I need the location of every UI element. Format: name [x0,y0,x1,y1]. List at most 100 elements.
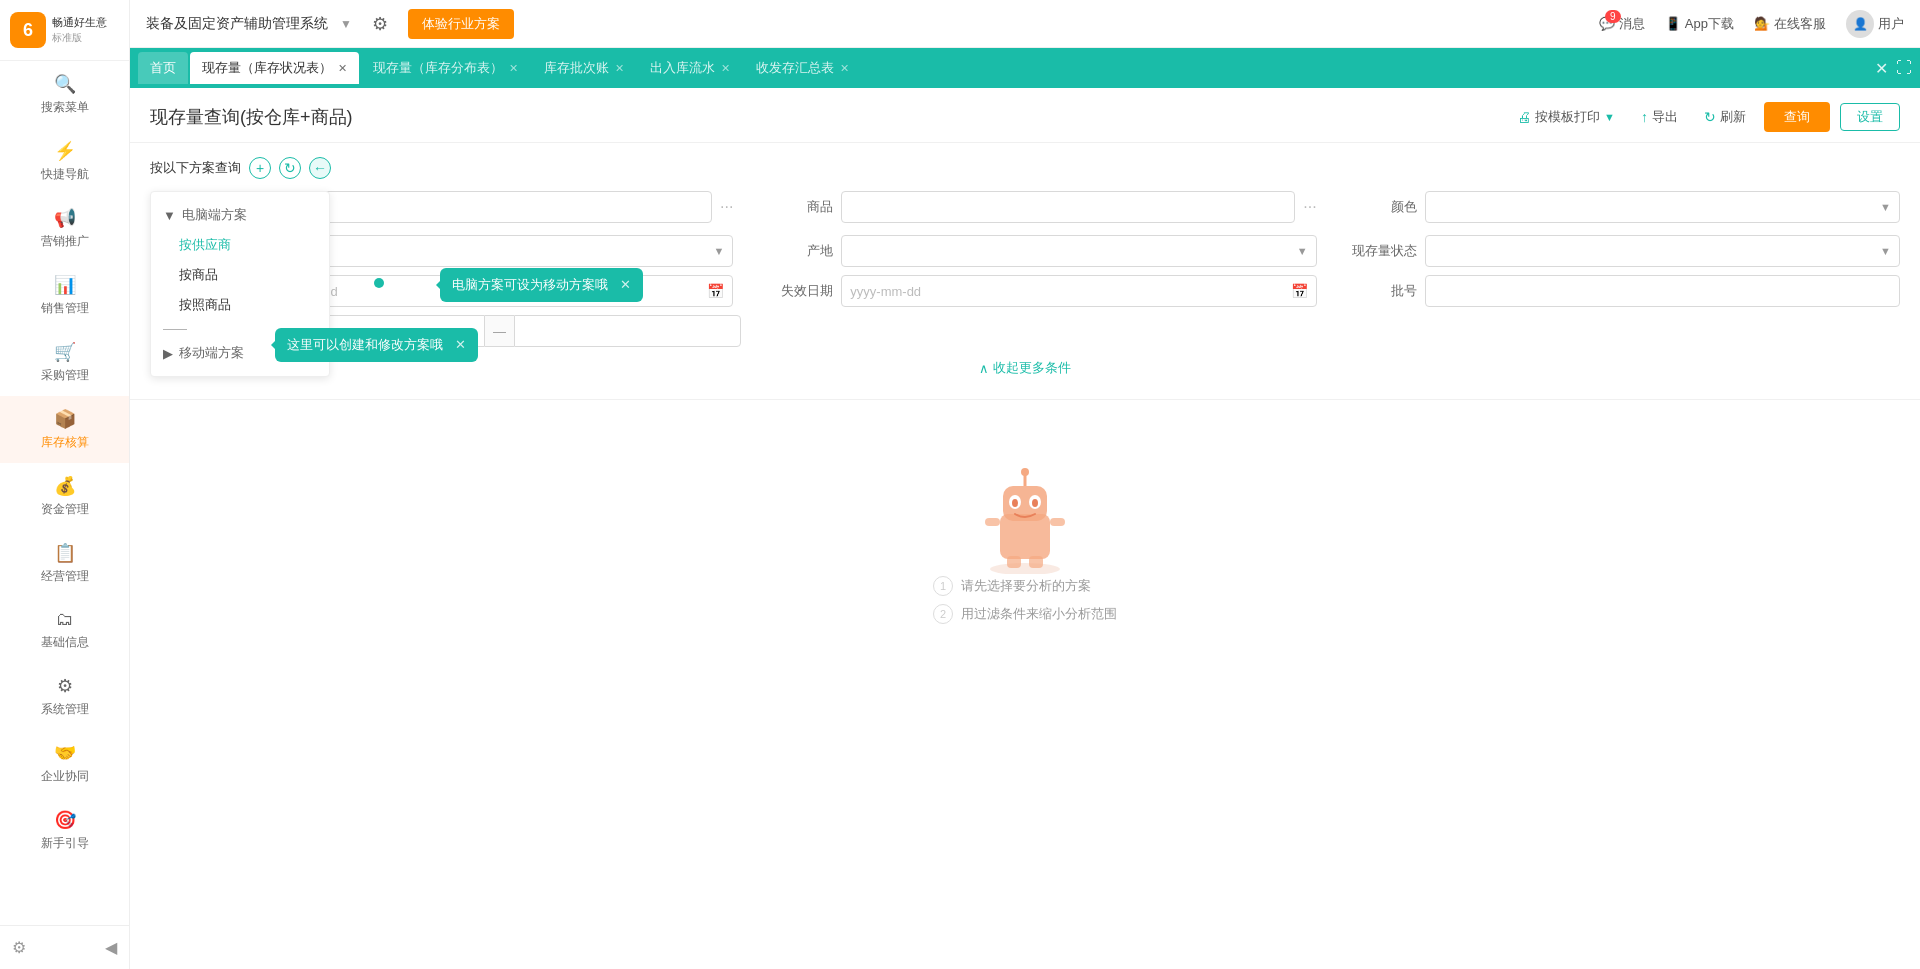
tab-recv-summary-close[interactable]: ✕ [840,62,849,75]
sidebar-item-marketing[interactable]: 📢 营销推广 [0,195,129,262]
refresh-label: 刷新 [1720,108,1746,126]
print-button[interactable]: 🖨 按模板打印 ▼ [1509,104,1623,130]
tab-inout-flow-close[interactable]: ✕ [721,62,730,75]
origin-select[interactable]: ▼ [841,235,1316,267]
export-icon: ↑ [1641,109,1648,125]
tab-inventory-dist-close[interactable]: ✕ [509,62,518,75]
tab-home[interactable]: 首页 [138,52,188,84]
inventory-icon: 📦 [54,408,76,430]
color-select[interactable]: ▼ [1425,191,1900,223]
main-content: 装备及固定资产辅助管理系统 ▼ ⚙ 体验行业方案 💬 9 消息 📱 App下载 … [130,0,1920,969]
tab-inout-flow[interactable]: 出入库流水 ✕ [638,52,742,84]
tab-inventory-status-close[interactable]: ✕ [338,62,347,75]
tooltip-create-scheme: 这里可以创建和修改方案哦 ✕ [275,328,478,362]
tab-inventory-dist[interactable]: 现存量（库存分布表） ✕ [361,52,530,84]
collapse-sidebar-icon[interactable]: ◀ [105,938,117,957]
print-arrow: ▼ [1604,111,1615,123]
refresh-scheme-button[interactable]: ↻ [279,157,301,179]
user-action[interactable]: 👤 用户 [1846,10,1904,38]
scheme-item-goods2[interactable]: 按照商品 [151,290,329,320]
inv-main-end[interactable] [514,315,741,347]
svg-point-0 [990,563,1060,574]
refresh-button[interactable]: ↻ 刷新 [1696,104,1754,130]
tab-batch-ledger-close[interactable]: ✕ [615,62,624,75]
scheme-item-goods[interactable]: 按商品 [151,260,329,290]
goods-dots[interactable]: ··· [1303,198,1316,216]
settings-footer-icon[interactable]: ⚙ [12,938,26,957]
tab-close-all-icon[interactable]: ✕ [1875,59,1888,78]
sidebar-item-finance[interactable]: 💰 资金管理 [0,463,129,530]
color-label: 颜色 [1337,198,1417,216]
purchase-icon: 🛒 [54,341,76,363]
reset-button[interactable]: 设置 [1840,103,1900,131]
tab-recv-summary-label: 收发存汇总表 [756,59,834,77]
goods-input[interactable] [841,191,1295,223]
tooltip-desktop-close[interactable]: ✕ [620,277,631,292]
tooltip-create-close[interactable]: ✕ [455,337,466,352]
sidebar-item-sales-label: 销售管理 [41,300,89,317]
filter-row-color: 颜色 ▼ [1337,191,1900,223]
sidebar-item-quicknav[interactable]: ⚡ 快捷导航 [0,128,129,195]
sidebar-item-operations[interactable]: 📋 经营管理 [0,530,129,597]
batch-label: 批号 [1337,282,1417,300]
inv-status-select-arrow: ▼ [1880,245,1891,257]
online-service-action[interactable]: 💁 在线客服 [1754,15,1826,33]
filter-row-batch: 批号 [1337,275,1900,307]
message-action[interactable]: 💬 9 消息 [1599,15,1645,33]
sidebar-item-collab[interactable]: 🤝 企业协同 [0,730,129,797]
finance-icon: 💰 [54,475,76,497]
operations-icon: 📋 [54,542,76,564]
page-inner: 现存量查询(按仓库+商品) 🖨 按模板打印 ▼ ↑ 导出 ↻ 刷新 [130,88,1920,969]
sidebar-item-inventory-label: 库存核算 [41,434,89,451]
sales-icon: 📊 [54,274,76,296]
filter-grid-1: 仓库 ··· 商品 ··· 颜色 [170,191,1900,267]
hint-num-2: 2 [933,604,953,624]
divider [130,399,1920,400]
exp-date-start[interactable]: yyyy-mm-dd 📅 [841,275,1316,307]
industry-button[interactable]: 体验行业方案 [408,9,514,39]
scheme-item-supplier[interactable]: 按供应商 [151,230,329,260]
tab-batch-ledger-label: 库存批次账 [544,59,609,77]
svg-rect-9 [985,518,1000,526]
app-download-action[interactable]: 📱 App下载 [1665,15,1734,33]
page-title: 现存量查询(按仓库+商品) [150,105,353,129]
page-content: 现存量查询(按仓库+商品) 🖨 按模板打印 ▼ ↑ 导出 ↻ 刷新 [130,88,1920,969]
color-select-arrow: ▼ [1880,201,1891,213]
sidebar-item-purchase-label: 采购管理 [41,367,89,384]
sidebar-item-guide[interactable]: 🎯 新手引导 [0,797,129,864]
tab-inventory-status[interactable]: 现存量（库存状况表） ✕ [190,52,359,84]
filter-header: 按以下方案查询 + ↻ ← [150,157,1900,179]
tab-recv-summary[interactable]: 收发存汇总表 ✕ [744,52,861,84]
tab-fullscreen-icon[interactable]: ⛶ [1896,59,1912,78]
sidebar-item-basic[interactable]: 🗂 基础信息 [0,597,129,663]
inv-status-select[interactable]: ▼ [1425,235,1900,267]
dot-indicator [374,278,384,288]
add-scheme-button[interactable]: + [249,157,271,179]
sidebar-item-operations-label: 经营管理 [41,568,89,585]
settings-button[interactable]: ⚙ [364,8,396,40]
svg-point-5 [1012,499,1018,507]
tab-inout-flow-label: 出入库流水 [650,59,715,77]
empty-illustration [975,464,1075,564]
exp-date-label: 失效日期 [753,282,833,300]
brand-sub: 标准版 [52,31,107,45]
brand-name: 畅通好生意 [52,15,107,30]
sidebar-item-sales[interactable]: 📊 销售管理 [0,262,129,329]
svg-rect-12 [1029,556,1043,568]
app-download-icon: 📱 [1665,16,1681,31]
back-scheme-button[interactable]: ← [309,157,331,179]
export-button[interactable]: ↑ 导出 [1633,104,1686,130]
empty-hint-1: 1 请先选择要分析的方案 [933,576,1117,596]
desktop-scheme-category[interactable]: ▼ 电脑端方案 [151,200,329,230]
tab-batch-ledger[interactable]: 库存批次账 ✕ [532,52,636,84]
batch-input[interactable] [1425,275,1900,307]
warehouse-dots[interactable]: ··· [720,198,733,216]
svg-point-8 [1021,468,1029,476]
print-icon: 🖨 [1517,109,1531,125]
origin-select-arrow: ▼ [1297,245,1308,257]
sidebar-item-system[interactable]: ⚙ 系统管理 [0,663,129,730]
sidebar-item-inventory[interactable]: 📦 库存核算 [0,396,129,463]
sidebar-item-purchase[interactable]: 🛒 采购管理 [0,329,129,396]
query-button[interactable]: 查询 [1764,102,1830,132]
sidebar-item-search[interactable]: 🔍 搜索菜单 [0,61,129,128]
